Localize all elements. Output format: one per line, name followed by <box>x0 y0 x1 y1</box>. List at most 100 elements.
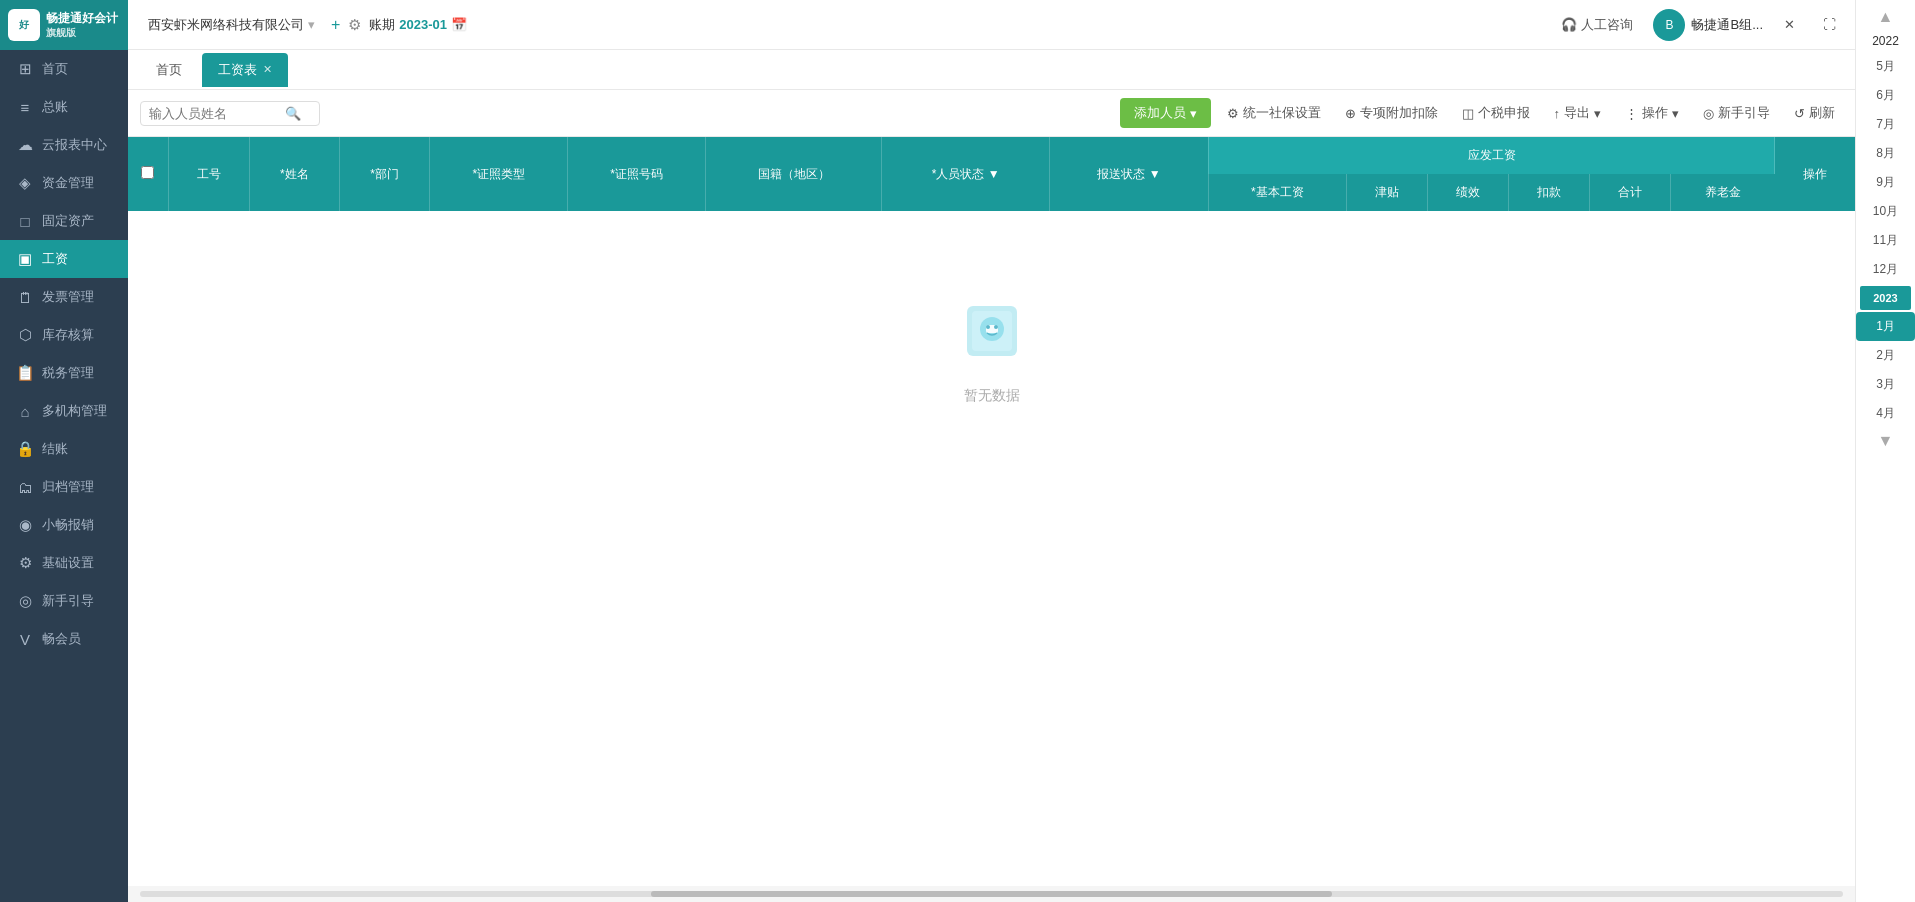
tab-home[interactable]: 首页 <box>140 53 198 87</box>
guide-icon: ◎ <box>16 592 34 610</box>
scrollbar-thumb[interactable] <box>651 891 1332 897</box>
avatar: B <box>1653 9 1685 41</box>
month-3[interactable]: 3月 <box>1856 370 1915 399</box>
month-8[interactable]: 8月 <box>1856 139 1915 168</box>
main-content: 西安虾米网络科技有限公司 ▾ + ⚙ 账期 2023-01 📅 🎧 人工咨询 B… <box>128 0 1855 902</box>
tax-declaration-btn[interactable]: ◫ 个税申报 <box>1454 100 1538 126</box>
prev-year-label: 2022 <box>1872 30 1899 52</box>
sidebar-item-fixed-assets[interactable]: □ 固定资产 <box>0 202 128 240</box>
header: 西安虾米网络科技有限公司 ▾ + ⚙ 账期 2023-01 📅 🎧 人工咨询 B… <box>128 0 1855 50</box>
add-company-icon[interactable]: + <box>331 16 340 34</box>
inventory-icon: ⬡ <box>16 326 34 344</box>
month-7[interactable]: 7月 <box>1856 110 1915 139</box>
tab-close-salary[interactable]: ✕ <box>263 63 272 76</box>
app-logo: 好 畅捷通好会计 旗舰版 <box>0 0 128 50</box>
sidebar-item-ledger[interactable]: ≡ 总账 <box>0 88 128 126</box>
headset-icon: 🎧 <box>1561 17 1577 32</box>
settings-company-icon[interactable]: ⚙ <box>348 16 361 34</box>
col-pension: 养老金 <box>1671 174 1775 211</box>
month-1[interactable]: 1月 <box>1856 312 1915 341</box>
settings-icon: ⚙ <box>16 554 34 572</box>
col-id-type: *证照类型 <box>430 137 568 211</box>
tab-salary[interactable]: 工资表 ✕ <box>202 53 288 87</box>
sidebar-item-tax[interactable]: 📋 税务管理 <box>0 354 128 392</box>
fund-icon: ◈ <box>16 174 34 192</box>
month-11[interactable]: 11月 <box>1856 226 1915 255</box>
tax-icon: 📋 <box>16 364 34 382</box>
close-window-btn[interactable]: ✕ <box>1775 11 1803 39</box>
sidebar-item-member[interactable]: V 畅会员 <box>0 620 128 658</box>
col-allowance: 津贴 <box>1346 174 1427 211</box>
period-value: 2023-01 <box>399 17 447 32</box>
sidebar: 好 畅捷通好会计 旗舰版 ⊞ 首页 ≡ 总账 ☁ 云报表中心 ◈ 资金管理 □ … <box>0 0 128 902</box>
special-deduction-btn[interactable]: ⊕ 专项附加扣除 <box>1337 100 1446 126</box>
closing-icon: 🔒 <box>16 440 34 458</box>
toolbar: 🔍 添加人员 ▾ ⚙ 统一社保设置 ⊕ 专项附加扣除 ◫ 个税申报 ↑ 导出 ▾… <box>128 90 1855 137</box>
col-no: 工号 <box>168 137 249 211</box>
col-deduction: 扣款 <box>1509 174 1590 211</box>
filter-status-icon[interactable]: ▼ <box>988 167 1000 181</box>
month-2[interactable]: 2月 <box>1856 341 1915 370</box>
current-year-label: 2023 <box>1860 286 1911 310</box>
sidebar-item-expense[interactable]: ◉ 小畅报销 <box>0 506 128 544</box>
sidebar-item-salary[interactable]: ▣ 工资 <box>0 240 128 278</box>
user-profile[interactable]: B 畅捷通B组... <box>1653 9 1763 41</box>
export-btn[interactable]: ↑ 导出 ▾ <box>1546 100 1610 126</box>
company-selector[interactable]: 西安虾米网络科技有限公司 ▾ <box>140 12 323 38</box>
calendar-icon[interactable]: 📅 <box>451 17 467 32</box>
company-name: 西安虾米网络科技有限公司 <box>148 16 304 34</box>
sidebar-item-cloud-report[interactable]: ☁ 云报表中心 <box>0 126 128 164</box>
col-total: 合计 <box>1590 174 1671 211</box>
tab-bar: 首页 工资表 ✕ <box>128 50 1855 90</box>
scrollbar-track <box>140 891 1843 897</box>
sidebar-item-fund[interactable]: ◈ 资金管理 <box>0 164 128 202</box>
operation-dropdown-icon: ▾ <box>1672 106 1679 121</box>
sidebar-item-inventory[interactable]: ⬡ 库存核算 <box>0 316 128 354</box>
month-12[interactable]: 12月 <box>1856 255 1915 284</box>
human-service-btn[interactable]: 🎧 人工咨询 <box>1553 12 1641 38</box>
empty-state: 暂无数据 <box>128 211 1855 485</box>
calendar-down-arrow[interactable]: ▼ <box>1874 428 1898 454</box>
deduction-icon: ⊕ <box>1345 106 1356 121</box>
salary-icon: ▣ <box>16 250 34 268</box>
operation-btn[interactable]: ⋮ 操作 ▾ <box>1617 100 1687 126</box>
guide-toolbar-icon: ◎ <box>1703 106 1714 121</box>
social-security-btn[interactable]: ⚙ 统一社保设置 <box>1219 100 1329 126</box>
col-country: 国籍（地区） <box>706 137 882 211</box>
svg-point-4 <box>986 325 990 329</box>
calendar-up-arrow[interactable]: ▲ <box>1874 4 1898 30</box>
svg-point-5 <box>994 325 998 329</box>
sidebar-item-multi-org[interactable]: ⌂ 多机构管理 <box>0 392 128 430</box>
month-5[interactable]: 5月 <box>1856 52 1915 81</box>
cloud-icon: ☁ <box>16 136 34 154</box>
refresh-btn[interactable]: ↺ 刷新 <box>1786 100 1843 126</box>
month-4[interactable]: 4月 <box>1856 399 1915 428</box>
add-person-btn[interactable]: 添加人员 ▾ <box>1120 98 1211 128</box>
maximize-window-btn[interactable]: ⛶ <box>1815 11 1843 39</box>
empty-text: 暂无数据 <box>964 387 1020 405</box>
fixed-assets-icon: □ <box>16 213 34 230</box>
select-all-checkbox[interactable] <box>141 166 154 179</box>
month-6[interactable]: 6月 <box>1856 81 1915 110</box>
filter-report-icon[interactable]: ▼ <box>1149 167 1161 181</box>
sidebar-item-home[interactable]: ⊞ 首页 <box>0 50 128 88</box>
search-input[interactable] <box>149 106 279 121</box>
month-10[interactable]: 10月 <box>1856 197 1915 226</box>
select-all-header[interactable] <box>128 137 168 211</box>
period-display: 账期 2023-01 📅 <box>369 16 467 34</box>
sidebar-item-archive[interactable]: 🗂 归档管理 <box>0 468 128 506</box>
search-icon: 🔍 <box>285 106 301 121</box>
search-box[interactable]: 🔍 <box>140 101 320 126</box>
add-person-dropdown-icon: ▾ <box>1190 106 1197 121</box>
guide-btn[interactable]: ◎ 新手引导 <box>1695 100 1778 126</box>
col-id-no: *证照号码 <box>568 137 706 211</box>
sidebar-item-invoice[interactable]: 🗒 发票管理 <box>0 278 128 316</box>
sidebar-item-guide[interactable]: ◎ 新手引导 <box>0 582 128 620</box>
table-container: 工号 *姓名 *部门 *证照类型 *证照号码 国籍（地区） *人员状态 ▼ 报送… <box>128 137 1855 886</box>
salary-table: 工号 *姓名 *部门 *证照类型 *证照号码 国籍（地区） *人员状态 ▼ 报送… <box>128 137 1855 485</box>
home-icon: ⊞ <box>16 60 34 78</box>
sidebar-item-settings[interactable]: ⚙ 基础设置 <box>0 544 128 582</box>
sidebar-item-closing[interactable]: 🔒 结账 <box>0 430 128 468</box>
horizontal-scrollbar[interactable] <box>128 886 1855 902</box>
month-9[interactable]: 9月 <box>1856 168 1915 197</box>
